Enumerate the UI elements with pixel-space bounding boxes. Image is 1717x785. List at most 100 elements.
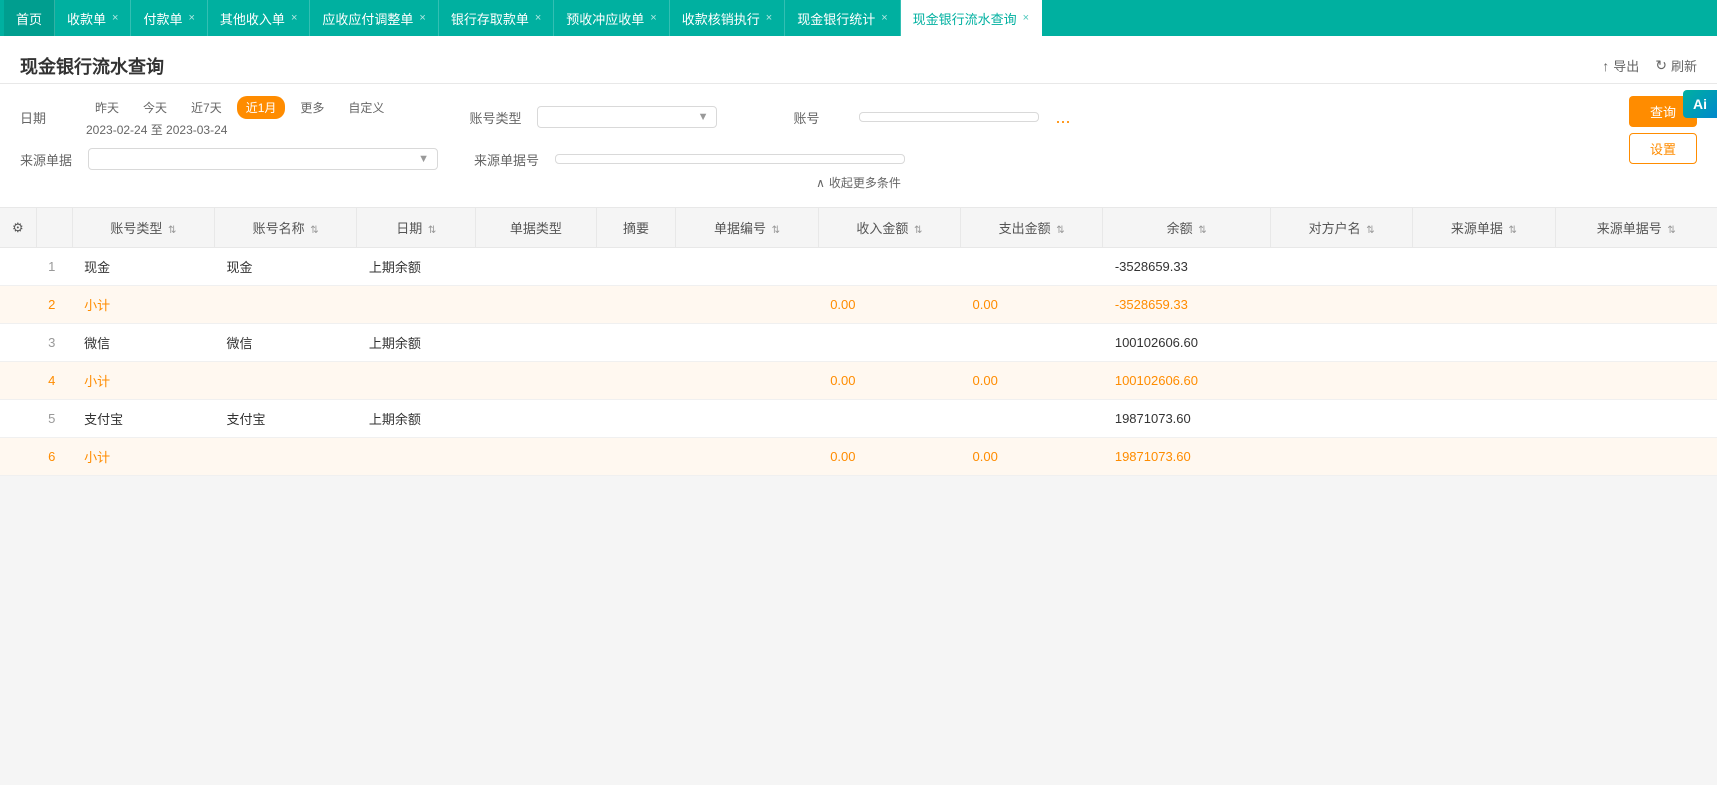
source-doc-chevron-icon: ▼: [418, 153, 429, 165]
col-doc-no[interactable]: 单据编号 ⇅: [676, 208, 818, 248]
date-btn-yesterday[interactable]: 昨天: [86, 96, 128, 119]
nav-tab-payment[interactable]: 付款单 ×: [131, 0, 207, 36]
table-row[interactable]: 1现金现金上期余额-3528659.33: [0, 248, 1717, 286]
nav-tab-bank-flow[interactable]: 现金银行流水查询 ×: [901, 0, 1042, 36]
table-cell: 支付宝: [72, 400, 214, 438]
nav-tab-adjust[interactable]: 应收应付调整单 ×: [310, 0, 438, 36]
close-other-income-icon[interactable]: ×: [291, 12, 297, 24]
col-expense[interactable]: 支出金额 ⇅: [961, 208, 1103, 248]
table-cell: [1413, 362, 1555, 400]
table-row[interactable]: 3微信微信上期余额100102606.60: [0, 324, 1717, 362]
col-income[interactable]: 收入金额 ⇅: [818, 208, 960, 248]
refresh-button[interactable]: ↻ 刷新: [1655, 56, 1697, 75]
table-cell: [596, 248, 676, 286]
col-source-doc[interactable]: 来源单据 ⇅: [1413, 208, 1555, 248]
sort-doc-no-icon: ⇅: [772, 225, 780, 236]
table-cell: [961, 324, 1103, 362]
bank-deposit-label: 银行存取款单: [451, 9, 529, 28]
table-cell: 上期余额: [357, 248, 476, 286]
nav-tab-advance[interactable]: 预收冲应收单 ×: [554, 0, 669, 36]
table-cell: [961, 400, 1103, 438]
table-cell: [596, 324, 676, 362]
col-balance[interactable]: 余额 ⇅: [1103, 208, 1271, 248]
date-btn-1month[interactable]: 近1月: [237, 96, 286, 119]
table-cell: [214, 438, 356, 476]
table-cell: 0.00: [818, 438, 960, 476]
nav-tab-bank-deposit[interactable]: 银行存取款单 ×: [439, 0, 554, 36]
sort-account-name-icon: ⇅: [310, 225, 318, 236]
account-type-select[interactable]: ▼: [537, 106, 717, 128]
table-cell: 1: [36, 248, 72, 286]
table-cell: [476, 248, 596, 286]
sort-source-doc-no-icon: ⇅: [1667, 225, 1675, 236]
table-cell: [1555, 248, 1717, 286]
col-summary: 摘要: [596, 208, 676, 248]
table-cell: [476, 324, 596, 362]
date-range-display: 2023-02-24 至 2023-03-24: [86, 121, 393, 138]
account-dots-button[interactable]: ...: [1055, 107, 1070, 128]
setting-button[interactable]: 设置: [1629, 133, 1697, 164]
table-cell: [1270, 362, 1412, 400]
date-btn-today[interactable]: 今天: [134, 96, 176, 119]
sort-income-icon: ⇅: [914, 225, 922, 236]
table-cell: [676, 248, 818, 286]
filter-area: 日期 昨天 今天 近7天 近1月 更多 自定义 2023-02-24 至 202…: [0, 84, 1717, 208]
table-row[interactable]: 5支付宝支付宝上期余额19871073.60: [0, 400, 1717, 438]
table-cell: [1270, 324, 1412, 362]
source-doc-select[interactable]: ▼: [88, 148, 438, 170]
table-cell: [1413, 248, 1555, 286]
col-date[interactable]: 日期 ⇅: [357, 208, 476, 248]
date-btn-custom[interactable]: 自定义: [339, 96, 393, 119]
table-row[interactable]: 6小计0.000.0019871073.60: [0, 438, 1717, 476]
source-doc-no-input[interactable]: [555, 154, 905, 164]
col-account-type[interactable]: 账号类型 ⇅: [72, 208, 214, 248]
table-row[interactable]: 4小计0.000.00100102606.60: [0, 362, 1717, 400]
nav-tab-other-income[interactable]: 其他收入单 ×: [208, 0, 310, 36]
top-navigation: 首页 收款单 × 付款单 × 其他收入单 × 应收应付调整单 × 银行存取款单 …: [0, 0, 1717, 36]
close-receipt-icon[interactable]: ×: [112, 12, 118, 24]
table-cell: [0, 324, 36, 362]
table-cell: [818, 248, 960, 286]
table-cell: [676, 324, 818, 362]
source-doc-no-label: 来源单据号: [474, 150, 539, 169]
header-actions: ↑ 导出 ↻ 刷新: [1602, 56, 1697, 75]
table-cell: [596, 286, 676, 324]
close-bank-deposit-icon[interactable]: ×: [535, 12, 541, 24]
table-cell: 微信: [72, 324, 214, 362]
table-row[interactable]: 2小计0.000.00-3528659.33: [0, 286, 1717, 324]
settings-icon[interactable]: ⚙: [12, 220, 24, 235]
close-bank-flow-icon[interactable]: ×: [1023, 12, 1029, 24]
table-cell: [1270, 400, 1412, 438]
col-counterpart[interactable]: 对方户名 ⇅: [1270, 208, 1412, 248]
table-cell: [0, 438, 36, 476]
table-cell: [1555, 362, 1717, 400]
collapse-bar[interactable]: ∧ 收起更多条件: [20, 170, 1697, 195]
table-cell: [676, 438, 818, 476]
table-cell: [1555, 324, 1717, 362]
table-cell: [1270, 286, 1412, 324]
close-adjust-icon[interactable]: ×: [419, 12, 425, 24]
nav-tab-write-off[interactable]: 收款核销执行 ×: [670, 0, 785, 36]
export-button[interactable]: ↑ 导出: [1602, 56, 1639, 75]
close-bank-stats-icon[interactable]: ×: [881, 12, 887, 24]
nav-tab-receipt[interactable]: 收款单 ×: [55, 0, 131, 36]
table-cell: [818, 400, 960, 438]
table-cell: -3528659.33: [1103, 248, 1271, 286]
ai-badge[interactable]: Ai: [1683, 90, 1717, 118]
close-advance-icon[interactable]: ×: [650, 12, 656, 24]
close-write-off-icon[interactable]: ×: [766, 12, 772, 24]
col-account-name[interactable]: 账号名称 ⇅: [214, 208, 356, 248]
table-cell: 0.00: [818, 286, 960, 324]
nav-tab-home[interactable]: 首页: [4, 0, 55, 36]
close-payment-icon[interactable]: ×: [188, 12, 194, 24]
col-source-doc-no[interactable]: 来源单据号 ⇅: [1555, 208, 1717, 248]
col-settings[interactable]: ⚙: [0, 208, 36, 248]
date-btn-more[interactable]: 更多: [291, 96, 333, 119]
filter-row-1: 日期 昨天 今天 近7天 近1月 更多 自定义 2023-02-24 至 202…: [20, 96, 1613, 138]
table-cell: 6: [36, 438, 72, 476]
nav-tab-bank-stats[interactable]: 现金银行统计 ×: [785, 0, 900, 36]
table-header: ⚙ 账号类型 ⇅ 账号名称 ⇅ 日期 ⇅ 单据类型 摘要 单据编号 ⇅ 收入金额…: [0, 208, 1717, 248]
date-btn-7days[interactable]: 近7天: [182, 96, 231, 119]
table-cell: [818, 324, 960, 362]
account-input[interactable]: [859, 112, 1039, 122]
